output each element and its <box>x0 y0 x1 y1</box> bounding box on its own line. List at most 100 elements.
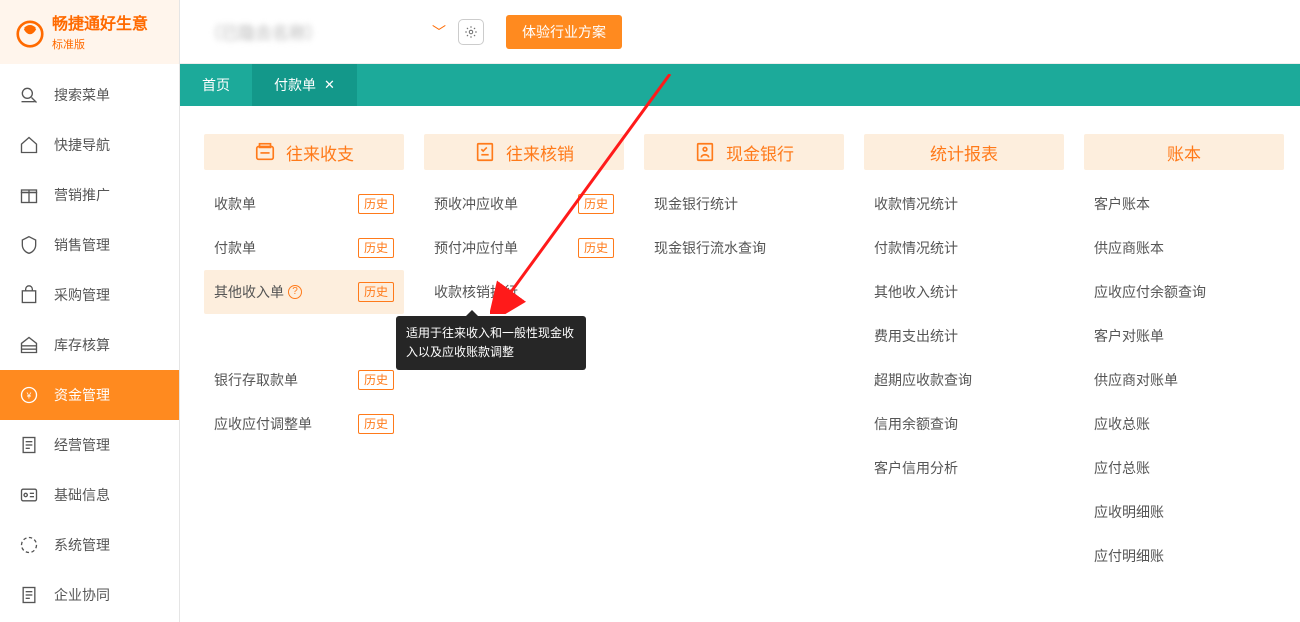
wallet-icon <box>254 141 276 163</box>
menu-item[interactable]: 预收冲应收单历史 <box>424 182 624 226</box>
menu-item[interactable]: 应收总账 <box>1084 402 1284 446</box>
menu-item-label: 应收明细账 <box>1094 502 1164 522</box>
menu-item-label: 费用支出统计 <box>874 326 958 346</box>
history-badge[interactable]: 历史 <box>358 370 394 390</box>
menu-item-label: 预付冲应付单 <box>434 238 518 258</box>
org-dropdown-chevron-icon[interactable]: ﹀ <box>432 22 446 42</box>
menu-item[interactable]: 供应商账本 <box>1084 226 1284 270</box>
menu-item[interactable]: 供应商对账单 <box>1084 358 1284 402</box>
home-icon <box>18 134 40 156</box>
sidebar-item-inventory[interactable]: 库存核算 <box>0 320 179 370</box>
menu-item-label: 其他收入单? <box>214 282 302 302</box>
menu-item-label: 收款情况统计 <box>874 194 958 214</box>
sidebar-item-sales[interactable]: 销售管理 <box>0 220 179 270</box>
search-icon <box>18 84 40 106</box>
sidebar-item-purchase[interactable]: 采购管理 <box>0 270 179 320</box>
tab-label: 付款单 <box>274 75 316 95</box>
menu-item[interactable]: 客户对账单 <box>1084 314 1284 358</box>
menu-item[interactable]: 付款单历史 <box>204 226 404 270</box>
sidebar-item-system[interactable]: 系统管理 <box>0 520 179 570</box>
sidebar-item-label: 采购管理 <box>54 285 110 305</box>
sidebar-item-label: 系统管理 <box>54 535 110 555</box>
menu-item[interactable]: 客户信用分析 <box>864 446 1064 490</box>
settings-button[interactable] <box>458 19 484 45</box>
menu-item-label: 供应商账本 <box>1094 238 1164 258</box>
menu-item[interactable]: 信用余额查询 <box>864 402 1064 446</box>
menu-item[interactable]: 其他收入单? 历史 <box>204 270 404 314</box>
sidebar-item-marketing[interactable]: 营销推广 <box>0 170 179 220</box>
brand-subtitle: 标准版 <box>52 36 148 52</box>
menu-item-label: 银行存取款单 <box>214 370 298 390</box>
menu-item[interactable]: 应付明细账 <box>1084 534 1284 578</box>
tab-close-icon[interactable]: ✕ <box>324 77 335 93</box>
history-badge[interactable]: 历史 <box>358 194 394 214</box>
menu-item[interactable]: 超期应收款查询 <box>864 358 1064 402</box>
help-icon[interactable]: ? <box>288 285 302 299</box>
menu-item-label: 应收总账 <box>1094 414 1150 434</box>
sidebar-item-label: 搜索菜单 <box>54 85 110 105</box>
sidebar-item-search[interactable]: 搜索菜单 <box>0 70 179 120</box>
menu-item[interactable]: 收款单历史 <box>204 182 404 226</box>
menu-item[interactable]: 费用支出统计 <box>864 314 1064 358</box>
menu-item[interactable]: 应收应付调整单 历史 <box>204 402 404 446</box>
menu-item[interactable]: 收款情况统计 <box>864 182 1064 226</box>
cta-button[interactable]: 体验行业方案 <box>506 15 622 49</box>
coin-icon: ¥ <box>18 384 40 406</box>
menu-item-label: 应收应付调整单 <box>214 414 312 434</box>
sidebar-item-operate[interactable]: 经营管理 <box>0 420 179 470</box>
history-badge[interactable]: 历史 <box>578 238 614 258</box>
history-badge[interactable]: 历史 <box>578 194 614 214</box>
checklist-icon <box>474 141 496 163</box>
main: （已隐去名称） ﹀ 体验行业方案 首页付款单✕ 往来收支收款单历史付款单历史其他… <box>180 0 1300 622</box>
tab-bar: 首页 付款单 ✕ <box>180 64 1300 106</box>
menu-item-label: 现金银行统计 <box>654 194 738 214</box>
circle-icon <box>18 534 40 556</box>
history-badge[interactable]: 历史 <box>358 414 394 434</box>
menu-item[interactable]: 收款核销执行 <box>424 270 624 314</box>
menu-item[interactable]: 应收应付余额查询 <box>1084 270 1284 314</box>
sidebar-item-quicknav[interactable]: 快捷导航 <box>0 120 179 170</box>
column-title: 账本 <box>1167 140 1201 165</box>
history-badge[interactable]: 历史 <box>358 238 394 258</box>
tab-pay[interactable]: 付款单 ✕ <box>252 64 357 106</box>
menu-item[interactable]: 银行存取款单 历史 <box>204 358 404 402</box>
menu-item-label: 客户信用分析 <box>874 458 958 478</box>
menu-item[interactable]: 应收明细账 <box>1084 490 1284 534</box>
menu-item-label: 收款核销执行 <box>434 282 518 302</box>
column-title: 现金银行 <box>726 140 794 165</box>
menu-item[interactable]: 付款情况统计 <box>864 226 1064 270</box>
menu-item[interactable]: 客户账本 <box>1084 182 1284 226</box>
sidebar-item-collab[interactable]: 企业协同 <box>0 570 179 620</box>
column-header: 往来核销 <box>424 134 624 170</box>
column-ledger: 账本客户账本供应商账本应收应付余额查询客户对账单供应商对账单应收总账应付总账应收… <box>1084 134 1284 602</box>
menu-item[interactable]: 预付冲应付单 历史 <box>424 226 624 270</box>
brand-logo-icon <box>16 20 44 48</box>
org-name: （已隐去名称） <box>204 19 424 44</box>
menu-item[interactable]: 其他收入统计 <box>864 270 1064 314</box>
sidebar-item-funds[interactable]: ¥资金管理 <box>0 370 179 420</box>
brand-title: 畅捷通好生意 <box>52 16 148 34</box>
sidebar-item-label: 企业协同 <box>54 585 110 605</box>
sidebar: 畅捷通好生意 标准版 搜索菜单快捷导航营销推广销售管理采购管理库存核算 ¥资金管理… <box>0 0 180 622</box>
badge-icon <box>18 234 40 256</box>
menu-item-label: 应付明细账 <box>1094 546 1164 566</box>
sidebar-item-basic[interactable]: 基础信息 <box>0 470 179 520</box>
doc-icon <box>18 584 40 606</box>
menu-item[interactable]: 应付总账 <box>1084 446 1284 490</box>
menu-item-label: 应付总账 <box>1094 458 1150 478</box>
sidebar-item-label: 快捷导航 <box>54 135 110 155</box>
tab-home[interactable]: 首页 <box>180 64 252 106</box>
column-title: 往来收支 <box>286 140 354 165</box>
warehouse-icon <box>18 334 40 356</box>
column-list: 收款单历史付款单历史其他收入单?历史费用单历史银行存取款单历史应收应付调整单历史 <box>204 170 404 446</box>
header: （已隐去名称） ﹀ 体验行业方案 <box>180 0 1300 64</box>
bank-icon <box>694 141 716 163</box>
svg-text:¥: ¥ <box>26 390 32 400</box>
menu-item[interactable]: 现金银行统计 <box>644 182 844 226</box>
sidebar-item-label: 库存核算 <box>54 335 110 355</box>
gift-icon <box>18 184 40 206</box>
menu-item[interactable]: 现金银行流水查询 <box>644 226 844 270</box>
sidebar-item-label: 基础信息 <box>54 485 110 505</box>
history-badge[interactable]: 历史 <box>358 282 394 302</box>
card-icon <box>18 484 40 506</box>
